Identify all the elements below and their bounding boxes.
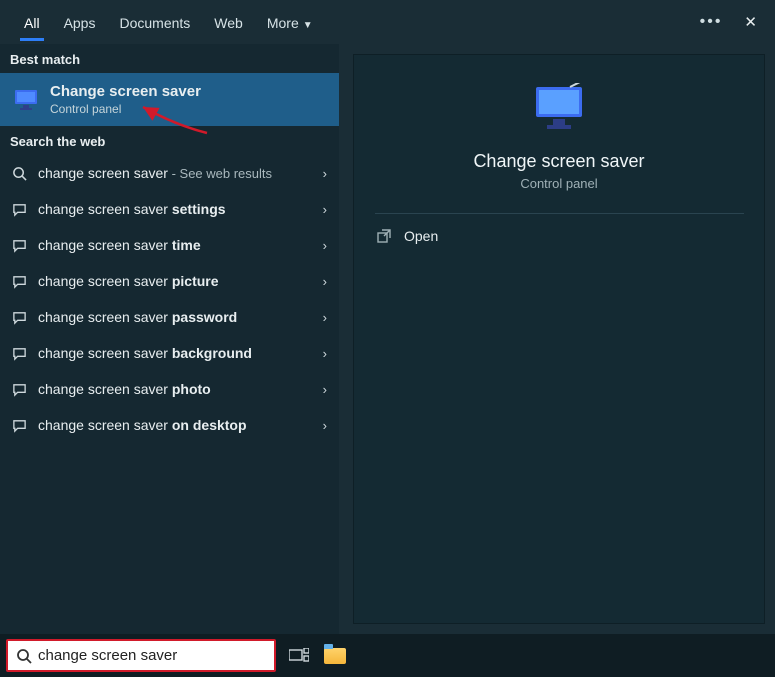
close-icon[interactable]: ✕	[744, 13, 757, 31]
more-options-icon[interactable]: •••	[700, 13, 723, 31]
web-result[interactable]: change screen saver - See web results ›	[0, 155, 339, 191]
chat-icon	[10, 380, 28, 398]
open-label: Open	[404, 228, 438, 244]
web-result[interactable]: change screen saver settings ›	[0, 191, 339, 227]
open-icon	[376, 228, 392, 244]
web-result[interactable]: change screen saver photo ›	[0, 371, 339, 407]
chat-icon	[10, 416, 28, 434]
search-icon	[16, 648, 32, 664]
detail-title: Change screen saver	[473, 151, 644, 172]
tab-apps[interactable]: Apps	[52, 5, 108, 40]
detail-pane: Change screen saver Control panel Open	[353, 54, 765, 624]
web-result-text: change screen saver time	[38, 237, 313, 253]
web-result-text: change screen saver picture	[38, 273, 313, 289]
chevron-right-icon: ›	[323, 274, 327, 289]
chevron-right-icon: ›	[323, 310, 327, 325]
web-result-text: change screen saver on desktop	[38, 417, 313, 433]
web-result-text: change screen saver password	[38, 309, 313, 325]
chevron-right-icon: ›	[323, 202, 327, 217]
search-icon	[10, 164, 28, 182]
results-column: Best match Change screen saver Control p…	[0, 44, 339, 634]
divider	[375, 213, 744, 214]
best-match-title: Change screen saver	[50, 83, 201, 100]
monitor-icon	[12, 86, 40, 114]
monitor-large-icon	[530, 83, 588, 135]
detail-column: Change screen saver Control panel Open	[339, 44, 775, 634]
best-match-result[interactable]: Change screen saver Control panel	[0, 73, 339, 126]
web-result[interactable]: change screen saver time ›	[0, 227, 339, 263]
chevron-right-icon: ›	[323, 346, 327, 361]
tab-documents[interactable]: Documents	[107, 5, 202, 40]
tab-all[interactable]: All	[12, 5, 52, 40]
web-result[interactable]: change screen saver picture ›	[0, 263, 339, 299]
best-match-subtitle: Control panel	[50, 102, 201, 116]
tab-more[interactable]: More ▼	[255, 5, 325, 40]
tab-more-label: More	[267, 15, 299, 31]
tab-web[interactable]: Web	[202, 5, 255, 40]
taskbar-search[interactable]	[6, 639, 276, 672]
section-best-match: Best match	[0, 44, 339, 73]
taskbar	[0, 634, 775, 677]
web-result-text: change screen saver background	[38, 345, 313, 361]
file-explorer-icon[interactable]	[322, 643, 348, 669]
chat-icon	[10, 344, 28, 362]
scope-tabs: All Apps Documents Web More ▼ ••• ✕	[0, 0, 775, 44]
task-view-icon[interactable]	[286, 643, 312, 669]
chevron-right-icon: ›	[323, 238, 327, 253]
chat-icon	[10, 272, 28, 290]
chevron-right-icon: ›	[323, 418, 327, 433]
web-result-text: change screen saver photo	[38, 381, 313, 397]
web-result-text: change screen saver - See web results	[38, 165, 313, 181]
chat-icon	[10, 236, 28, 254]
web-result-text: change screen saver settings	[38, 201, 313, 217]
section-search-web: Search the web	[0, 126, 339, 155]
chevron-right-icon: ›	[323, 166, 327, 181]
web-result[interactable]: change screen saver background ›	[0, 335, 339, 371]
chevron-right-icon: ›	[323, 382, 327, 397]
open-action[interactable]: Open	[376, 228, 438, 244]
chat-icon	[10, 308, 28, 326]
chevron-down-icon: ▼	[303, 20, 313, 31]
detail-subtitle: Control panel	[520, 176, 597, 191]
chat-icon	[10, 200, 28, 218]
search-input[interactable]	[38, 647, 266, 664]
web-result[interactable]: change screen saver on desktop ›	[0, 407, 339, 443]
web-results-list: change screen saver - See web results › …	[0, 155, 339, 443]
web-result[interactable]: change screen saver password ›	[0, 299, 339, 335]
